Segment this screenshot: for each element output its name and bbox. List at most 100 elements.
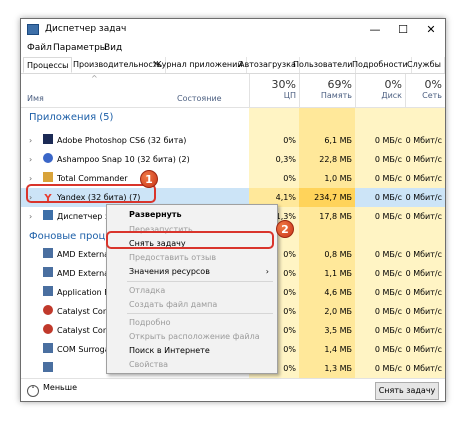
task-manager-icon xyxy=(27,24,39,35)
expand-chevron-icon[interactable]: › xyxy=(29,150,39,169)
sort-up-icon: ^ xyxy=(91,74,98,83)
catalyst-icon xyxy=(43,324,53,334)
process-row[interactable]: › Ashampoo Snap 10 (32 бита) (2) 0,3% 22,… xyxy=(21,150,445,169)
cpu-value: 0,3% xyxy=(275,155,296,164)
photoshop-icon xyxy=(43,134,53,144)
taskmgr-icon xyxy=(43,210,53,220)
step-marker-2: 2 xyxy=(276,220,294,238)
ashampoo-icon xyxy=(43,153,53,163)
memory-value: 0,8 МБ xyxy=(324,250,352,259)
disk-value: 0 МБ/с xyxy=(374,212,402,221)
process-name: Adobe Photoshop CS6 (32 бита) xyxy=(57,136,187,145)
memory-value: 17,8 МБ xyxy=(319,212,352,221)
menu-view[interactable]: Вид xyxy=(104,43,122,53)
disk-total: 0% xyxy=(384,78,402,91)
disk-value: 0 МБ/с xyxy=(374,250,402,259)
col-network[interactable]: 0% Сеть xyxy=(405,78,442,100)
disk-value: 0 МБ/с xyxy=(374,345,402,354)
fewer-details-button[interactable]: ˄ Меньше xyxy=(27,383,77,397)
menu-file[interactable]: Файл xyxy=(27,43,52,53)
disk-value: 0 МБ/с xyxy=(374,269,402,278)
disk-value: 0 МБ/с xyxy=(374,364,402,373)
cpu-label: ЦП xyxy=(283,91,296,100)
network-value: 0 Мбит/с xyxy=(405,193,442,202)
menu-item-debug: Отладка xyxy=(129,286,166,295)
col-name[interactable]: Имя xyxy=(27,94,44,103)
memory-value: 1,3 МБ xyxy=(324,364,352,373)
memory-value: 22,8 МБ xyxy=(319,155,352,164)
catalyst-icon xyxy=(43,305,53,315)
network-value: 0 Мбит/с xyxy=(405,212,442,221)
menu-item-dump-file: Создать файл дампа xyxy=(129,300,218,309)
expand-chevron-icon[interactable]: › xyxy=(29,207,39,226)
group-apps: Приложения (5) xyxy=(29,112,114,123)
network-value: 0 Мбит/с xyxy=(405,155,442,164)
process-icon xyxy=(43,286,53,296)
tab-users[interactable]: Пользователи xyxy=(290,57,357,73)
group-background: Фоновые проце xyxy=(29,231,112,242)
disk-label: Диск xyxy=(381,91,402,100)
minimize-button[interactable]: — xyxy=(361,19,389,41)
highlight-yandex-row xyxy=(26,184,156,203)
process-icon xyxy=(43,267,53,277)
process-row[interactable]: › Adobe Photoshop CS6 (32 бита) 0% 6,1 МБ… xyxy=(21,131,445,150)
disk-value: 0 МБ/с xyxy=(374,193,402,202)
disk-value: 0 МБ/с xyxy=(374,307,402,316)
context-menu: Развернуть Перезапустить Снять задачу Пр… xyxy=(106,204,278,374)
disk-value: 0 МБ/с xyxy=(374,155,402,164)
cpu-value: 0% xyxy=(283,136,296,145)
title-bar: Диспетчер задач — ☐ ✕ xyxy=(21,19,445,41)
cpu-value: 0% xyxy=(283,174,296,183)
network-value: 0 Мбит/с xyxy=(405,364,442,373)
column-header: ^ Имя Состояние 30% ЦП 69% Память 0% Дис… xyxy=(21,74,445,108)
menu-bar: Файл Параметры Вид xyxy=(21,41,445,57)
disk-value: 0 МБ/с xyxy=(374,174,402,183)
menu-item-expand[interactable]: Развернуть xyxy=(107,207,277,222)
disk-value: 0 МБ/с xyxy=(374,136,402,145)
tab-processes[interactable]: Процессы xyxy=(23,57,73,73)
resource-values-label: Значения ресурсов xyxy=(129,267,210,276)
totalcmd-icon xyxy=(43,172,53,182)
menu-item-search-web[interactable]: Поиск в Интернете xyxy=(107,343,277,358)
tab-services[interactable]: Службы xyxy=(404,57,445,73)
network-value: 0 Мбит/с xyxy=(405,326,442,335)
tab-details[interactable]: Подробности xyxy=(349,57,412,73)
network-value: 0 Мбит/с xyxy=(405,250,442,259)
menu-options[interactable]: Параметры xyxy=(53,43,107,53)
close-button[interactable]: ✕ xyxy=(417,19,445,41)
memory-value: 2,0 МБ xyxy=(324,307,352,316)
memory-label: Память xyxy=(320,91,352,100)
fewer-details-label: Меньше xyxy=(43,383,78,392)
submenu-arrow-icon: › xyxy=(265,267,269,276)
menu-item-feedback: Предоставить отзыв xyxy=(129,253,217,262)
menu-item-resource-values[interactable]: Значения ресурсов › xyxy=(107,264,277,279)
col-memory[interactable]: 69% Память xyxy=(299,78,352,100)
end-task-button[interactable]: Снять задачу xyxy=(375,382,439,400)
cpu-total: 30% xyxy=(271,78,296,91)
col-status[interactable]: Состояние xyxy=(177,94,222,103)
process-icon xyxy=(43,343,53,353)
network-value: 0 Мбит/с xyxy=(405,136,442,145)
memory-value: 1,0 МБ xyxy=(324,174,352,183)
menu-item-details: Подробно xyxy=(129,318,171,327)
window-title: Диспетчер задач xyxy=(45,24,127,34)
memory-total: 69% xyxy=(327,78,352,91)
memory-value: 1,1 МБ xyxy=(324,269,352,278)
expand-chevron-icon[interactable]: › xyxy=(29,131,39,150)
col-cpu[interactable]: 30% ЦП xyxy=(249,78,296,100)
memory-value: 6,1 МБ xyxy=(324,136,352,145)
process-icon xyxy=(43,362,53,372)
network-value: 0 Мбит/с xyxy=(405,269,442,278)
collapse-icon: ˄ xyxy=(27,385,39,397)
menu-item-properties: Свойства xyxy=(129,360,169,369)
process-name: Total Commander xyxy=(57,174,128,183)
memory-value: 4,6 МБ xyxy=(324,288,352,297)
col-disk[interactable]: 0% Диск xyxy=(355,78,402,100)
tab-app-history[interactable]: Журнал приложений xyxy=(150,57,247,73)
highlight-end-task xyxy=(106,231,274,249)
tab-strip: Процессы Производительность Журнал прило… xyxy=(21,57,445,74)
network-total: 0% xyxy=(424,78,442,91)
maximize-button[interactable]: ☐ xyxy=(389,19,417,41)
process-icon xyxy=(43,248,53,258)
status-bar: ˄ Меньше Снять задачу xyxy=(21,378,445,401)
